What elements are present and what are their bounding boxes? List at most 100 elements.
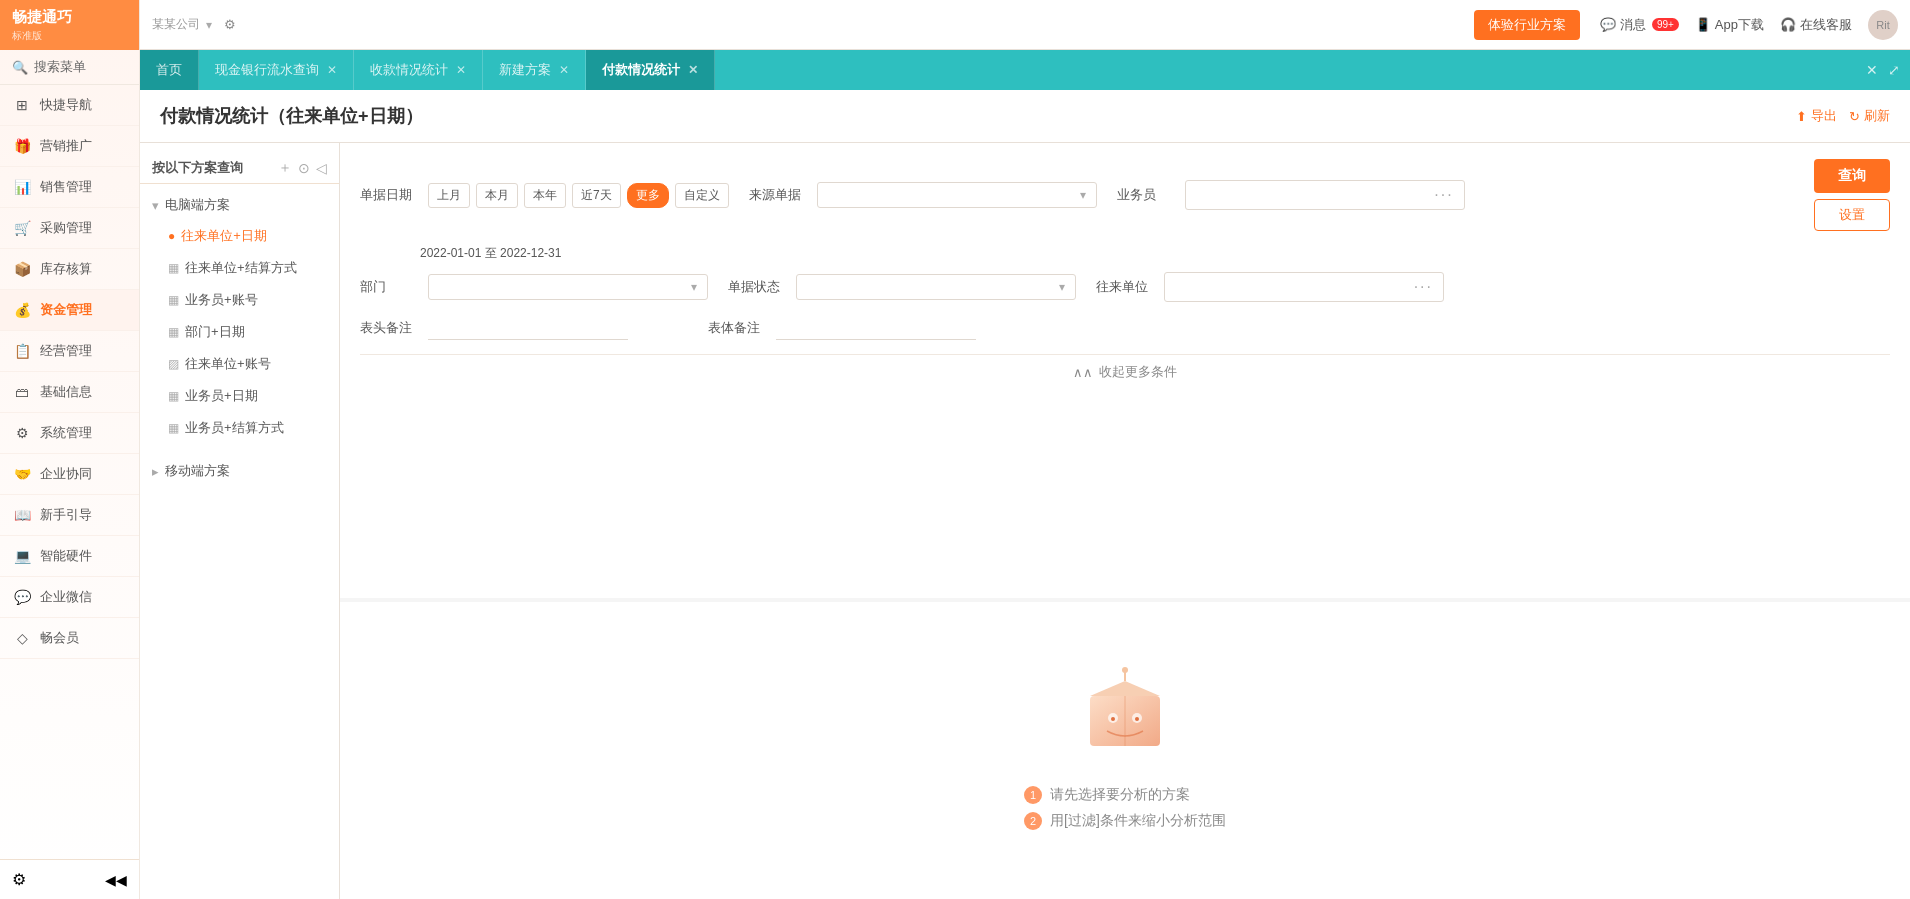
tab-new-scheme-close[interactable]: ✕ xyxy=(559,63,569,77)
sidebar-item-inventory[interactable]: 📦 库存核算 xyxy=(0,249,139,290)
collapse-btn[interactable]: ∧∧ 收起更多条件 xyxy=(360,354,1890,389)
filter-body-note-input[interactable] xyxy=(776,316,976,340)
tab-home[interactable]: 首页 xyxy=(140,50,199,90)
query-btn[interactable]: 查询 xyxy=(1814,159,1890,193)
scheme-group-mobile-title[interactable]: ▸ 移动端方案 xyxy=(140,456,339,486)
settings-btn[interactable]: 设置 xyxy=(1814,199,1890,231)
scheme-item-salesperson-settlement[interactable]: ▦ 业务员+结算方式 xyxy=(140,412,339,444)
system-icon: ⚙ xyxy=(12,423,32,443)
scheme-collapse-icon[interactable]: ◁ xyxy=(316,160,327,176)
tab-new-scheme[interactable]: 新建方案 ✕ xyxy=(483,50,586,90)
date-btn-7-days[interactable]: 近7天 xyxy=(572,183,621,208)
sidebar-item-label: 库存核算 xyxy=(40,260,92,278)
collapse-sidebar-btn[interactable]: ◀◀ xyxy=(105,872,127,888)
settings-bottom-icon[interactable]: ⚙ xyxy=(12,870,26,889)
dots-icon[interactable]: ··· xyxy=(1414,278,1433,296)
filter-bill-status-select[interactable]: ▾ xyxy=(796,274,1076,300)
scheme-table-icon: ▦ xyxy=(168,389,179,403)
date-btn-this-year[interactable]: 本年 xyxy=(524,183,566,208)
tab-receipt-stats-close[interactable]: ✕ xyxy=(456,63,466,77)
chevron-down-icon[interactable]: ▾ xyxy=(206,18,212,32)
scheme-item-salesperson-account[interactable]: ▦ 业务员+账号 xyxy=(140,284,339,316)
tip-number-2: 2 xyxy=(1024,812,1042,830)
app-download-btn[interactable]: 📱 App下载 xyxy=(1695,16,1764,34)
filter-date-item: 单据日期 上月 本月 本年 近7天 更多 自定义 xyxy=(360,183,729,208)
tab-payment-stats[interactable]: 付款情况统计 ✕ xyxy=(586,50,715,90)
scheme-item-partner-account[interactable]: ▨ 往来单位+账号 xyxy=(140,348,339,380)
chevron-down-icon: ▾ xyxy=(1059,280,1065,294)
date-btn-this-month[interactable]: 本月 xyxy=(476,183,518,208)
sidebar-item-guide[interactable]: 📖 新手引导 xyxy=(0,495,139,536)
scheme-item-partner-settlement[interactable]: ▦ 往来单位+结算方式 xyxy=(140,252,339,284)
svg-point-5 xyxy=(1135,717,1139,721)
notification-btn[interactable]: 💬 消息 99+ xyxy=(1600,16,1679,34)
collab-icon: 🤝 xyxy=(12,464,32,484)
tab-bank-flow[interactable]: 现金银行流水查询 ✕ xyxy=(199,50,354,90)
scheme-item-salesperson-date[interactable]: ▦ 业务员+日期 xyxy=(140,380,339,412)
empty-illustration xyxy=(1065,666,1185,766)
online-service-btn[interactable]: 🎧 在线客服 xyxy=(1780,16,1852,34)
tab-bank-flow-label: 现金银行流水查询 xyxy=(215,61,319,79)
sidebar-item-member[interactable]: ◇ 畅会员 xyxy=(0,618,139,659)
svg-point-4 xyxy=(1111,717,1115,721)
sidebar-item-label: 系统管理 xyxy=(40,424,92,442)
user-avatar[interactable]: Rit xyxy=(1868,10,1898,40)
notification-count: 99+ xyxy=(1652,18,1679,31)
dots-icon[interactable]: ··· xyxy=(1434,186,1453,204)
chevron-down-icon: ▾ xyxy=(1080,188,1086,202)
sidebar-item-quick-nav[interactable]: ⊞ 快捷导航 xyxy=(0,85,139,126)
export-btn[interactable]: ⬆ 导出 xyxy=(1796,107,1837,125)
sales-icon: 📊 xyxy=(12,177,32,197)
filter-header-note-input[interactable] xyxy=(428,316,628,340)
chevron-right-icon: ▸ xyxy=(152,464,159,479)
refresh-btn[interactable]: ↻ 刷新 xyxy=(1849,107,1890,125)
sidebar-item-finance[interactable]: 💰 资金管理 xyxy=(0,290,139,331)
tab-bank-flow-close[interactable]: ✕ xyxy=(327,63,337,77)
filter-source-select[interactable]: ▾ xyxy=(817,182,1097,208)
tab-home-label: 首页 xyxy=(156,61,182,79)
sidebar-search[interactable]: 🔍 搜索菜单 xyxy=(0,50,139,85)
sidebar-item-wechat[interactable]: 💬 企业微信 xyxy=(0,577,139,618)
scheme-item-label: 业务员+日期 xyxy=(185,387,258,405)
scheme-item-dept-date[interactable]: ▦ 部门+日期 xyxy=(140,316,339,348)
scheme-panel-header: 按以下方案查询 ＋ ⊙ ◁ xyxy=(140,153,339,184)
filter-dept-select[interactable]: ▾ xyxy=(428,274,708,300)
date-btn-more[interactable]: 更多 xyxy=(627,183,669,208)
industry-btn[interactable]: 体验行业方案 xyxy=(1474,10,1580,40)
content-body: 按以下方案查询 ＋ ⊙ ◁ ▾ 电脑端方案 ● 往来单位+日期 ▦ xyxy=(140,143,1910,899)
sidebar-item-sales[interactable]: 📊 销售管理 xyxy=(0,167,139,208)
filter-bill-status-label: 单据状态 xyxy=(728,278,788,296)
tip-text-1: 请先选择要分析的方案 xyxy=(1050,786,1190,804)
sidebar-item-operation[interactable]: 📋 经营管理 xyxy=(0,331,139,372)
date-btn-last-month[interactable]: 上月 xyxy=(428,183,470,208)
tab-receipt-stats[interactable]: 收款情况统计 ✕ xyxy=(354,50,483,90)
filter-salesperson-select[interactable]: ··· xyxy=(1185,180,1465,210)
scheme-settings-icon[interactable]: ⊙ xyxy=(298,160,310,176)
tab-payment-stats-close[interactable]: ✕ xyxy=(688,63,698,77)
sidebar-item-hardware[interactable]: 💻 智能硬件 xyxy=(0,536,139,577)
sidebar-item-collab[interactable]: 🤝 企业协同 xyxy=(0,454,139,495)
date-range-display: 2022-01-01 至 2022-12-31 xyxy=(420,245,1890,262)
sidebar-item-marketing[interactable]: 🎁 营销推广 xyxy=(0,126,139,167)
filter-date-label: 单据日期 xyxy=(360,186,420,204)
filter-partner-select[interactable]: ··· xyxy=(1164,272,1444,302)
sidebar-item-system[interactable]: ⚙ 系统管理 xyxy=(0,413,139,454)
scheme-chart-icon: ▨ xyxy=(168,357,179,371)
filter-row-1: 单据日期 上月 本月 本年 近7天 更多 自定义 来源单据 xyxy=(360,159,1890,231)
scheme-active-radio-icon: ● xyxy=(168,229,175,243)
date-btn-custom[interactable]: 自定义 xyxy=(675,183,729,208)
marketing-icon: 🎁 xyxy=(12,136,32,156)
scheme-item-partner-date[interactable]: ● 往来单位+日期 xyxy=(140,220,339,252)
quick-nav-icon: ⊞ xyxy=(12,95,32,115)
tab-close-all-icon[interactable]: ✕ xyxy=(1866,62,1878,78)
settings-icon[interactable]: ⚙ xyxy=(224,17,236,32)
sidebar-item-basic-info[interactable]: 🗃 基础信息 xyxy=(0,372,139,413)
tab-expand-icon[interactable]: ⤢ xyxy=(1888,62,1900,78)
sidebar-item-purchase[interactable]: 🛒 采购管理 xyxy=(0,208,139,249)
operation-icon: 📋 xyxy=(12,341,32,361)
search-menu-label: 搜索菜单 xyxy=(34,58,86,76)
scheme-group-desktop: ▾ 电脑端方案 ● 往来单位+日期 ▦ 往来单位+结算方式 ▦ 业务员+账号 ▦ xyxy=(140,184,339,450)
header: 某某公司 ▾ ⚙ 体验行业方案 💬 消息 99+ 📱 App下载 🎧 在线客服 … xyxy=(140,0,1910,50)
scheme-group-desktop-title[interactable]: ▾ 电脑端方案 xyxy=(140,190,339,220)
scheme-add-icon[interactable]: ＋ xyxy=(278,159,292,177)
